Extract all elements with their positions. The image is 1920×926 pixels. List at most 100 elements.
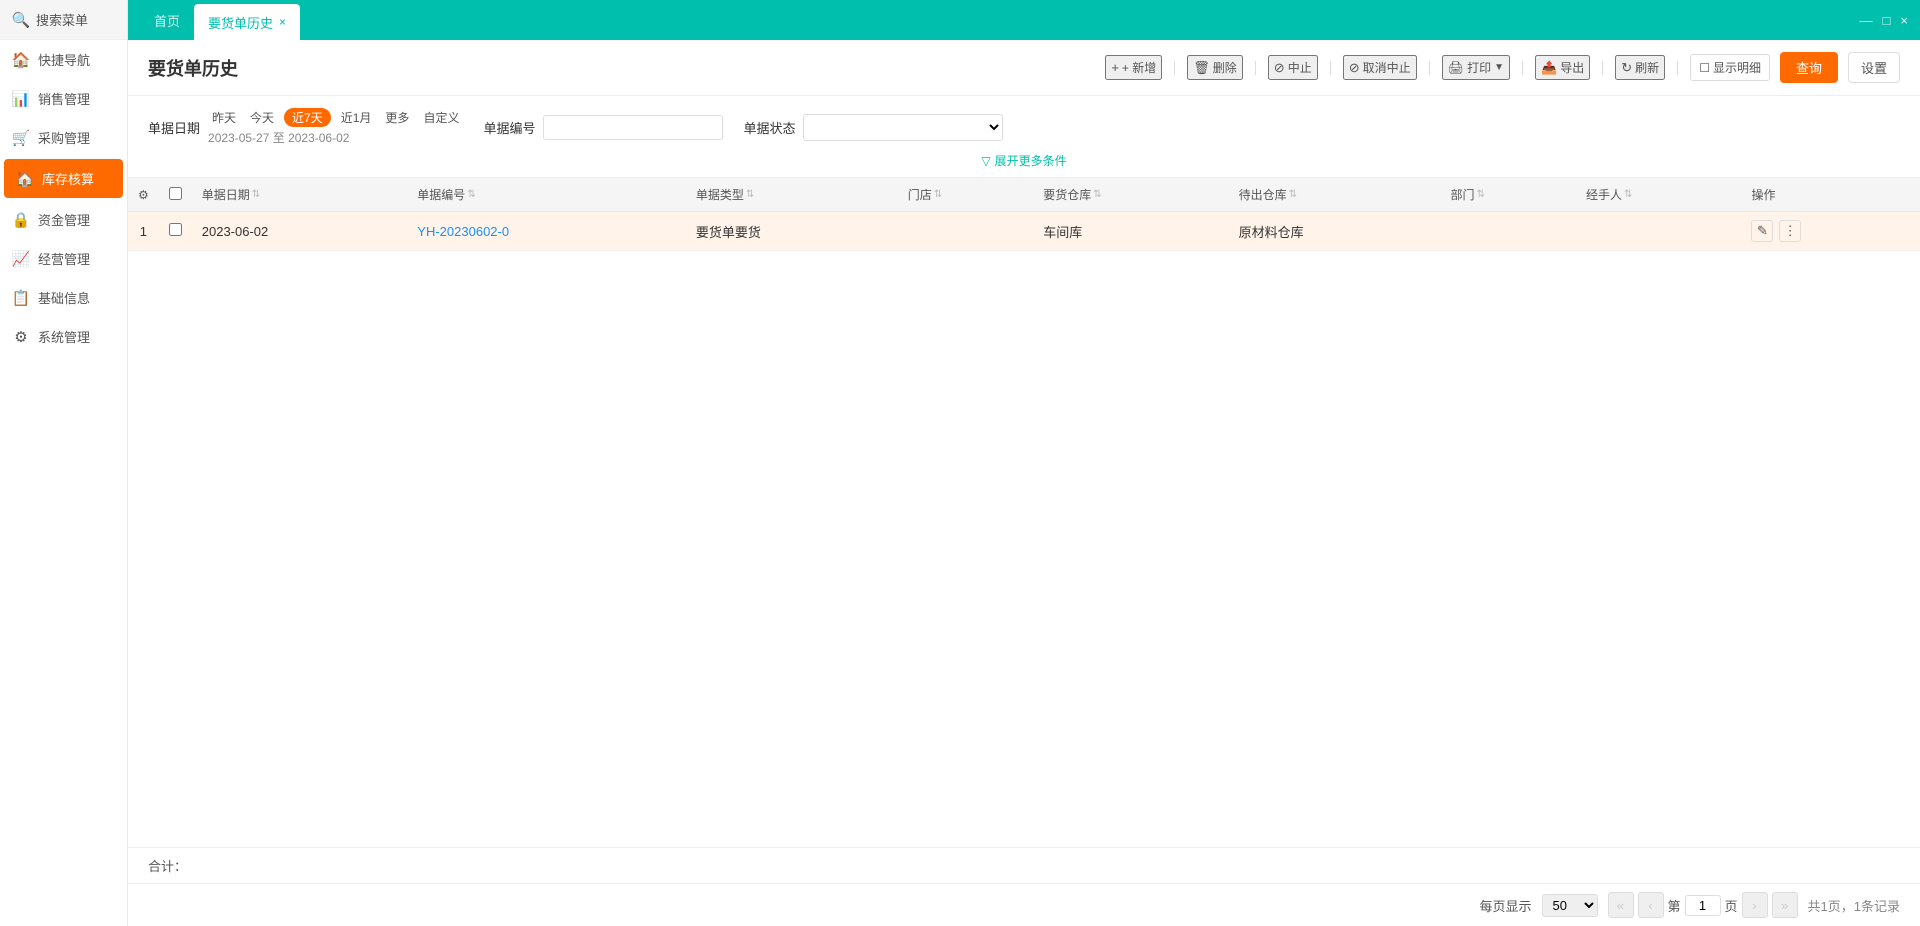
show-detail-btn[interactable]: ☐ 显示明细	[1690, 54, 1770, 81]
window-close-btn[interactable]: ×	[1900, 13, 1908, 28]
sidebar-item-operation[interactable]: 📈 经营管理	[0, 239, 127, 278]
row-checkbox-cell[interactable]	[159, 212, 192, 251]
stop-btn[interactable]: ⊘ 中止	[1268, 55, 1318, 80]
first-page-btn[interactable]: «	[1608, 892, 1634, 918]
expand-more-label: 展开更多条件	[995, 152, 1067, 169]
row-more-icon[interactable]: ⋮	[1779, 220, 1801, 242]
search-icon: 🔍	[12, 11, 30, 29]
query-btn[interactable]: 查询	[1780, 52, 1838, 83]
status-filter-item: 单据状态	[743, 114, 1003, 141]
row-order-no[interactable]: YH-20230602-0	[407, 212, 686, 251]
pagination-bar: 每页显示 50 10 20 100 « ‹ 第 页 › » 共1页，1条记录	[128, 883, 1920, 926]
sidebar-item-system[interactable]: ⚙ 系统管理	[0, 317, 127, 356]
order-no-link[interactable]: YH-20230602-0	[417, 224, 509, 239]
next-page-btn[interactable]: ›	[1742, 892, 1768, 918]
th-pending-warehouse[interactable]: 待出仓库 ⇅	[1229, 178, 1441, 212]
date-last7-btn[interactable]: 近7天	[284, 108, 331, 127]
page-nav: « ‹ 第 页 › »	[1608, 892, 1798, 918]
th-settings[interactable]: ⚙	[128, 178, 159, 212]
tab-home-label: 首页	[154, 11, 180, 30]
date-more-btn[interactable]: 更多	[381, 108, 413, 127]
print-btn[interactable]: 🖨 打印 ▼	[1442, 55, 1510, 80]
page-title: 要货单历史	[148, 55, 238, 81]
sidebar-item-basic[interactable]: 📋 基础信息	[0, 278, 127, 317]
sidebar-search[interactable]: 🔍 搜索菜单	[0, 0, 127, 40]
handler-sort-icon: ⇅	[1624, 189, 1632, 200]
th-date[interactable]: 单据日期 ⇅	[192, 178, 408, 212]
select-all-checkbox[interactable]	[169, 187, 182, 200]
window-minimize-btn[interactable]: —	[1860, 13, 1873, 28]
th-order-type[interactable]: 单据类型 ⇅	[686, 178, 898, 212]
tab-home[interactable]: 首页	[140, 0, 194, 40]
finance-icon: 🔒	[12, 211, 30, 229]
expand-more-btn[interactable]: ▽ 展开更多条件	[148, 152, 1900, 169]
new-btn[interactable]: + + 新增	[1105, 55, 1162, 80]
prev-page-btn[interactable]: ‹	[1638, 892, 1664, 918]
table-footer: 合计：	[128, 847, 1920, 883]
row-pending-warehouse: 原材料仓库	[1229, 212, 1441, 251]
show-detail-checkbox: ☐	[1699, 61, 1710, 75]
cancel-stop-btn[interactable]: ⊘ 取消中止	[1343, 55, 1417, 80]
date-today-btn[interactable]: 今天	[246, 108, 278, 127]
order-type-sort-icon: ⇅	[746, 189, 754, 200]
sidebar-item-quick-nav[interactable]: 🏠 快捷导航	[0, 40, 127, 79]
expand-more-icon: ▽	[981, 154, 990, 168]
home-icon: 🏠	[12, 51, 30, 69]
th-store[interactable]: 门店 ⇅	[898, 178, 1034, 212]
last-page-btn[interactable]: »	[1772, 892, 1798, 918]
topbar-right: — □ ×	[1860, 13, 1908, 28]
new-icon: +	[1111, 60, 1119, 75]
divider4	[1429, 61, 1430, 75]
row-edit-icon[interactable]: ✎	[1751, 220, 1773, 242]
basic-icon: 📋	[12, 289, 30, 307]
order-no-label: 单据编号	[483, 118, 535, 137]
export-btn[interactable]: 📤 导出	[1535, 55, 1590, 80]
th-department[interactable]: 部门 ⇅	[1440, 178, 1576, 212]
row-department	[1440, 212, 1576, 251]
print-icon: 🖨	[1448, 60, 1465, 76]
system-icon: ⚙	[12, 328, 30, 346]
date-filter-label: 单据日期	[148, 118, 200, 137]
divider2	[1255, 61, 1256, 75]
divider7	[1677, 61, 1678, 75]
delete-btn[interactable]: 🗑 删除	[1187, 55, 1243, 80]
date-filters: 昨天 今天 近7天 近1月 更多 自定义	[208, 108, 463, 127]
store-sort-icon: ⇅	[934, 189, 942, 200]
operation-icon: 📈	[12, 250, 30, 268]
data-table: ⚙ 单据日期 ⇅ 单据编号 ⇅	[128, 178, 1920, 251]
topbar: 首页 要货单历史 × — □ ×	[128, 0, 1920, 40]
date-custom-btn[interactable]: 自定义	[419, 108, 463, 127]
th-req-warehouse[interactable]: 要货仓库 ⇅	[1033, 178, 1228, 212]
date-yesterday-btn[interactable]: 昨天	[208, 108, 240, 127]
date-last-month-btn[interactable]: 近1月	[337, 108, 376, 127]
sidebar-item-inventory[interactable]: 🏠 库存核算	[4, 159, 123, 198]
th-operation: 操作	[1741, 178, 1920, 212]
page-num-input[interactable]	[1685, 895, 1721, 916]
row-checkbox[interactable]	[169, 223, 182, 236]
settings-btn[interactable]: 设置	[1848, 52, 1900, 83]
th-checkbox[interactable]	[159, 178, 192, 212]
tab-close-icon[interactable]: ×	[279, 15, 286, 29]
inventory-icon: 🏠	[16, 170, 34, 188]
th-handler[interactable]: 经手人 ⇅	[1576, 178, 1741, 212]
footer-sum-label: 合计：	[148, 856, 187, 875]
row-handler	[1576, 212, 1741, 251]
sidebar-item-label: 基础信息	[38, 288, 90, 307]
th-order-no[interactable]: 单据编号 ⇅	[407, 178, 686, 212]
sidebar-item-finance[interactable]: 🔒 资金管理	[0, 200, 127, 239]
sidebar-search-label: 搜索菜单	[36, 10, 88, 29]
page-input-after: 页	[1725, 896, 1738, 915]
sidebar-item-sales[interactable]: 📊 销售管理	[0, 79, 127, 118]
window-maximize-btn[interactable]: □	[1883, 13, 1891, 28]
status-select[interactable]	[803, 114, 1003, 141]
table-row[interactable]: 1 2023-06-02 YH-20230602-0 要货单要货 车间库 原材料…	[128, 212, 1920, 251]
delete-icon: 🗑	[1193, 60, 1210, 76]
page-size-select[interactable]: 50 10 20 100	[1542, 894, 1598, 917]
order-no-input[interactable]	[543, 115, 723, 140]
sidebar-item-label: 销售管理	[38, 89, 90, 108]
tab-order-history[interactable]: 要货单历史 ×	[194, 4, 300, 40]
refresh-btn[interactable]: ↻ 刷新	[1615, 55, 1665, 80]
sidebar: 🔍 搜索菜单 🏠 快捷导航 📊 销售管理 🛒 采购管理 🏠 库存核算 🔒 资金管…	[0, 0, 128, 926]
refresh-icon: ↻	[1621, 60, 1632, 76]
sidebar-item-purchase[interactable]: 🛒 采购管理	[0, 118, 127, 157]
